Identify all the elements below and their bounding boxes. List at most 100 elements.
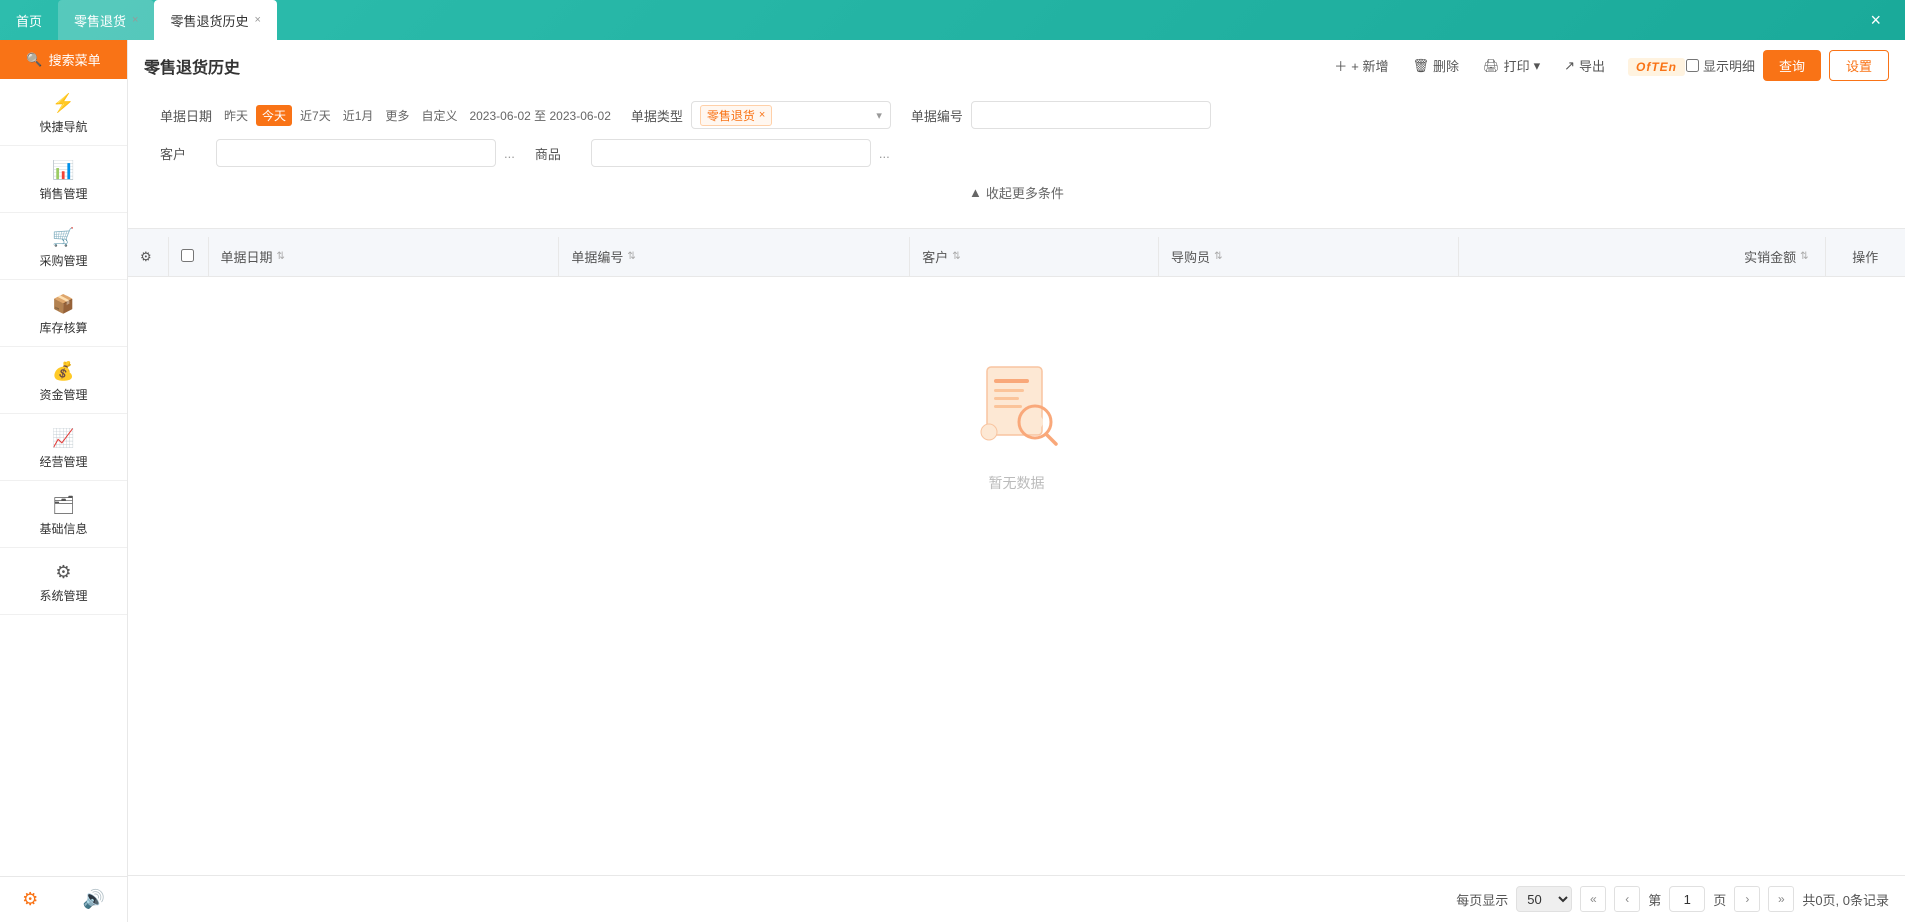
add-icon: ＋ [1334,56,1347,75]
window-close-button[interactable]: × [1862,10,1889,31]
sidebar-item-sales[interactable]: 📊 销售管理 [0,146,127,213]
collapse-button[interactable]: ▲ 收起更多条件 [957,181,1076,204]
th-actions: 操作 [1825,237,1905,277]
search-icon: 🔍 [26,52,42,68]
th-date[interactable]: 单据日期 ⇅ [208,237,559,277]
filter-customer: 客户 ... [160,139,515,167]
settings-bottom-icon[interactable]: ⚙ [22,889,38,910]
last-page-button[interactable]: » [1768,886,1794,912]
select-all-checkbox[interactable] [181,249,194,262]
page-header: 零售退货历史 ＋ + 新增 🗑 删除 🖨 打印 ▾ [128,40,1905,229]
date-range-display: 2023-06-02 至 2023-06-02 [469,107,610,124]
add-button[interactable]: ＋ + 新增 [1326,52,1396,79]
th-amount[interactable]: 实销金额 ⇅ [1458,237,1825,277]
filter-goods: 商品 ... [535,139,890,167]
tab-retail-return[interactable]: 零售退货 × [58,0,154,40]
sidebar-search[interactable]: 🔍 搜索菜单 [0,40,127,79]
voucher-type-select[interactable]: 零售退货 × ▾ [691,101,891,129]
date-shortcuts: 昨天 今天 近7天 近1月 更多 自定义 [220,105,461,126]
settings-button[interactable]: 设置 [1829,50,1889,81]
print-icon: 🖨 [1483,58,1500,74]
sidebar-bottom: ⚙ 🔊 [0,876,127,922]
date-7days[interactable]: 近7天 [296,105,335,126]
voucher-type-tag: 零售退货 × [700,105,772,126]
customer-sort-icon: ⇅ [952,251,960,262]
customer-ellipsis[interactable]: ... [504,146,515,161]
voucher-type-chevron-icon: ▾ [876,109,882,122]
tab-retail-return-history[interactable]: 零售退货历史 × [154,0,276,40]
finance-icon: 💰 [52,361,74,382]
first-page-button[interactable]: « [1580,886,1606,912]
query-button[interactable]: 查询 [1763,50,1821,81]
empty-text: 暂无数据 [989,473,1045,493]
refresh-button[interactable]: ↻ 刷新 [1621,52,1678,79]
page-number-input[interactable] [1669,886,1705,912]
goods-ellipsis[interactable]: ... [879,146,890,161]
page-title: 零售退货历史 [144,54,240,78]
print-button[interactable]: 🖨 打印 ▾ [1475,52,1548,79]
export-icon: ↗ [1564,58,1575,74]
date-1month[interactable]: 近1月 [339,105,378,126]
goods-label: 商品 [535,144,583,163]
th-settings[interactable]: ⚙ [128,237,168,277]
sidebar-item-finance[interactable]: 💰 资金管理 [0,347,127,414]
tab-retail-return-history-close[interactable]: × [254,14,260,26]
table-container: ⚙ 单据日期 ⇅ 单据编号 [128,237,1905,875]
tab-home[interactable]: 首页 [0,0,58,40]
collapse-row: ▲ 收起更多条件 [160,177,1873,218]
date-sort-icon: ⇅ [277,251,285,262]
voucher-type-tag-close[interactable]: × [759,109,765,121]
sidebar: 🔍 搜索菜单 ⚡ 快捷导航 📊 销售管理 🛒 采购管理 📦 库存核算 💰 资金管… [0,40,128,922]
voucher-type-tag-text: 零售退货 [707,107,755,124]
sidebar-item-inventory-label: 库存核算 [39,319,87,336]
operations-icon: 📈 [52,428,74,449]
tab-retail-return-close[interactable]: × [132,14,138,26]
sidebar-item-operations[interactable]: 📈 经营管理 [0,414,127,481]
filter-date: 单据日期 昨天 今天 近7天 近1月 更多 自定义 2023-06-02 至 2… [160,105,611,126]
date-today[interactable]: 今天 [256,105,292,126]
collapse-icon: ▲ [969,185,982,200]
customer-input[interactable] [216,139,496,167]
quicknav-icon: ⚡ [52,93,74,114]
show-detail-label: 显示明细 [1703,56,1755,75]
th-guide[interactable]: 导购员 ⇅ [1159,237,1459,277]
sidebar-item-system[interactable]: ⚙ 系统管理 [0,548,127,615]
show-detail-check[interactable]: 显示明细 [1686,56,1755,75]
collapse-label: 收起更多条件 [986,183,1064,202]
prev-page-button[interactable]: ‹ [1614,886,1640,912]
th-customer[interactable]: 客户 ⇅ [910,237,1159,277]
th-voucher-no[interactable]: 单据编号 ⇅ [559,237,910,277]
per-page-select[interactable]: 50 10 20 100 [1516,886,1572,912]
date-yesterday[interactable]: 昨天 [220,105,252,126]
top-bar-right: × [1862,10,1905,31]
voucher-no-input[interactable] [971,101,1211,129]
filter-voucher-no: 单据编号 [911,101,1211,129]
sidebar-item-inventory[interactable]: 📦 库存核算 [0,280,127,347]
sidebar-item-purchase-label: 采购管理 [39,252,87,269]
date-custom[interactable]: 自定义 [417,105,461,126]
empty-area: 暂无数据 [128,277,1905,533]
sidebar-item-finance-label: 资金管理 [39,386,87,403]
next-page-button[interactable]: › [1734,886,1760,912]
sound-bottom-icon[interactable]: 🔊 [82,889,104,910]
show-detail-checkbox[interactable] [1686,59,1699,72]
sidebar-item-quicknav[interactable]: ⚡ 快捷导航 [0,79,127,146]
goods-input[interactable] [591,139,871,167]
delete-button[interactable]: 🗑 删除 [1405,52,1468,79]
tabs-container: 首页 零售退货 × 零售退货历史 × [0,0,1862,40]
page-label: 第 [1648,890,1661,909]
date-filter-label: 单据日期 [160,106,212,125]
th-guide-label: 导购员 [1171,247,1210,266]
refresh-label: 刷新 [1644,56,1670,75]
main-layout: 🔍 搜索菜单 ⚡ 快捷导航 📊 销售管理 🛒 采购管理 📦 库存核算 💰 资金管… [0,40,1905,922]
th-amount-label: 实销金额 [1744,247,1796,266]
th-date-label: 单据日期 [221,247,273,266]
th-checkbox[interactable] [168,237,208,277]
export-button[interactable]: ↗ 导出 [1556,52,1613,79]
sidebar-item-basic-info[interactable]: 🗂 基础信息 [0,481,127,548]
per-page-label: 每页显示 [1456,890,1508,909]
sidebar-item-purchase[interactable]: 🛒 采购管理 [0,213,127,280]
sidebar-item-system-label: 系统管理 [39,587,87,604]
filter-area: 单据日期 昨天 今天 近7天 近1月 更多 自定义 2023-06-02 至 2… [144,91,1889,228]
date-more[interactable]: 更多 [381,105,413,126]
